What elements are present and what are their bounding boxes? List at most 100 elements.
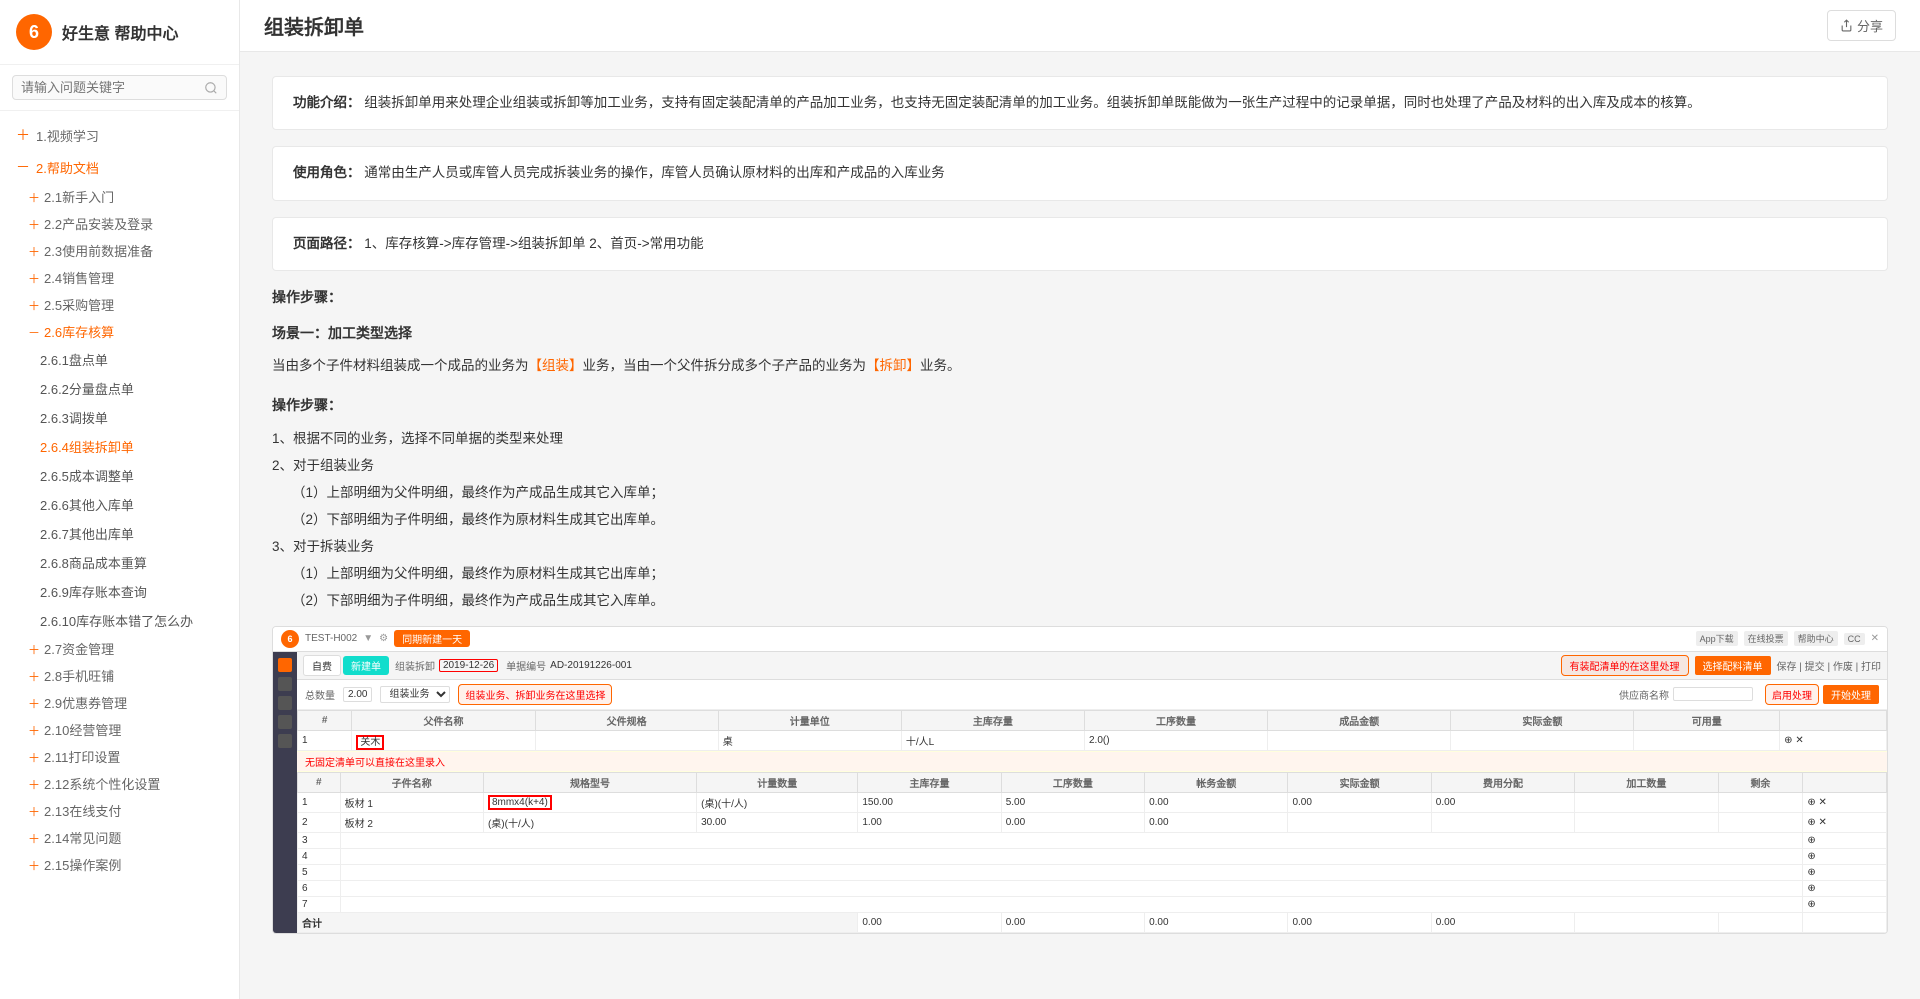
main-content: 组装拆卸单 分享 功能介绍： 组装拆卸单用来处理企业组装或拆卸等加工业务，支持有… (240, 0, 1920, 999)
mock-th-finish-amount: 成品金额 (1268, 710, 1451, 730)
mock-tabs: 自费 新建单 组装拆卸 2019-12-26 单据编号 AD-20191226-… (297, 652, 1887, 680)
plus-icon: ＋ (28, 859, 40, 873)
mock-type-select[interactable]: 组装业务 拆卸业务 (380, 686, 450, 703)
plus-icon: ＋ (28, 724, 40, 738)
logo-area: 6 好生意 帮助中心 (0, 0, 239, 65)
sidebar-item-sub215[interactable]: ＋2.15操作案例 (0, 851, 239, 878)
search-box (12, 75, 227, 100)
sidebar-item-sub214[interactable]: ＋2.14常见问题 (0, 824, 239, 851)
sidebar-item-sub26[interactable]: －2.6库存核算 (0, 318, 239, 345)
sidebar-item-sub212[interactable]: ＋2.12系统个性化设置 (0, 770, 239, 797)
sidebar-item-leaf262[interactable]: 2.6.2分量盘点单 (0, 374, 239, 403)
table-row: 7⊕ (298, 896, 1887, 912)
mock-table-footer: 合计 0.00 0.00 0.00 0.00 0.00 (298, 912, 1887, 932)
step1: 1、根据不同的业务，选择不同单据的类型来处理 (272, 425, 1888, 452)
mock-tab-zifei[interactable]: 自费 (303, 655, 341, 676)
sidebar-item-sub28[interactable]: ＋2.8手机旺铺 (0, 662, 239, 689)
mock-th-actual-amount: 实际金额 (1451, 710, 1634, 730)
plus-icon: ＋ (28, 245, 40, 259)
mock-th-avail: 可用量 (1634, 710, 1780, 730)
sidebar-item-sub23[interactable]: ＋2.3使用前数据准备 (0, 237, 239, 264)
mock-sidebar-icon-1 (278, 677, 292, 691)
ops-title: 操作步骤： (272, 287, 1888, 307)
mock-action-btns: 保存 | 提交 | 作废 | 打印 (1777, 658, 1881, 673)
mock-ui: 6 TEST-H002 ▼ ⚙ 同期新建一天 App下载 在线投票 帮助中心 C… (273, 627, 1887, 933)
sidebar-item-cat1[interactable]: ＋ 1.视频学习 (0, 119, 239, 151)
annotation-direct-input: 无固定清单可以直接在这里录入 (297, 751, 1887, 772)
path-block: 页面路径： 1、库存核算->库存管理->组装拆卸单 2、首页->常用功能 (272, 217, 1888, 271)
plus-icon: ＋ (28, 299, 40, 313)
screenshot-container: 6 TEST-H002 ▼ ⚙ 同期新建一天 App下载 在线投票 帮助中心 C… (272, 626, 1888, 934)
search-input[interactable] (21, 80, 204, 95)
mock-select-bom-btn[interactable]: 选择配料清单 (1695, 656, 1771, 675)
mock-date-value: 2019-12-26 (439, 659, 498, 672)
mock-dropdown-icon: ▼ (363, 633, 373, 644)
mock-qty-value: 2.00 (343, 687, 372, 702)
mock-sidebar-icon-2 (278, 696, 292, 710)
mock-sidebar-icon-4 (278, 734, 292, 748)
annotation-type: 组装业务、拆卸业务在这里选择 (458, 684, 612, 705)
sidebar-item-sub210[interactable]: ＋2.10经营管理 (0, 716, 239, 743)
sidebar-item-leaf261[interactable]: 2.6.1盘点单 (0, 345, 239, 374)
sidebar-item-sub21[interactable]: ＋2.1新手入门 (0, 183, 239, 210)
share-button[interactable]: 分享 (1827, 10, 1896, 41)
step3-sub2: （2）下部明细为子件明细，最终作为产成品生成其它入库单。 (272, 587, 1888, 614)
plus-icon: ＋ (28, 670, 40, 684)
topbar: 组装拆卸单 分享 (240, 0, 1920, 52)
sidebar: 6 好生意 帮助中心 ＋ 1.视频学习 － 2.帮助文档 ＋2.1新手入门 ＋2… (0, 0, 240, 999)
sidebar-item-leaf265[interactable]: 2.6.5成本调整单 (0, 461, 239, 490)
mock-start-btn[interactable]: 开始处理 (1823, 685, 1879, 704)
mock-new-btn[interactable]: 同期新建一天 (394, 630, 470, 647)
page-title: 组装拆卸单 (264, 11, 364, 40)
plus-icon: ＋ (28, 832, 40, 846)
sidebar-item-cat2[interactable]: － 2.帮助文档 (0, 151, 239, 183)
table-row: 5⊕ (298, 864, 1887, 880)
step3-sub1: （1）上部明细为父件明细，最终作为原材料生成其它出库单； (272, 560, 1888, 587)
sidebar-item-leaf2610[interactable]: 2.6.10库存账本错了怎么办 (0, 606, 239, 635)
intro-text: 组装拆卸单用来处理企业组装或拆卸等加工业务，支持有固定装配清单的产品加工业务，也… (364, 95, 1701, 110)
mock-th-proc-qty: 工序数量 (1084, 710, 1267, 730)
plus-icon: ＋ (28, 191, 40, 205)
step2-sub1: （1）上部明细为父件明细，最终作为产成品生成其它入库单； (272, 479, 1888, 506)
sidebar-item-sub25[interactable]: ＋2.5采购管理 (0, 291, 239, 318)
scene1-desc: 当由多个子件材料组装成一个成品的业务为【组装】业务，当由一个父件拆分成多个子产品… (272, 353, 1888, 379)
mock-tab-new[interactable]: 新建单 (343, 656, 389, 675)
annotation-enable: 启用处理 (1765, 684, 1819, 705)
sidebar-item-sub24[interactable]: ＋2.4销售管理 (0, 264, 239, 291)
path-text: 1、库存核算->库存管理->组装拆卸单 2、首页->常用功能 (364, 236, 703, 251)
mock-th-unit: 计量单位 (718, 710, 901, 730)
mock-th-parent-spec: 父件规格 (535, 710, 718, 730)
mock-sidebar-icon-active (278, 658, 292, 672)
sidebar-item-sub27[interactable]: ＋2.7资金管理 (0, 635, 239, 662)
step2-sub2: （2）下部明细为子件明细，最终作为原材料生成其它出库单。 (272, 506, 1888, 533)
mock-top-icon-help: 帮助中心 (1794, 631, 1838, 646)
intro-block: 功能介绍： 组装拆卸单用来处理企业组装或拆卸等加工业务，支持有固定装配清单的产品… (272, 76, 1888, 130)
path-title: 页面路径： (293, 236, 361, 251)
mock-top-icon-vote: 在线投票 (1744, 631, 1788, 646)
plus-icon: ＋ (28, 218, 40, 232)
table-row: 2 板材 2 (桌)(十/人) 30.00 1.00 0.00 0.00 (298, 812, 1887, 832)
sidebar-item-leaf269[interactable]: 2.6.9库存账本查询 (0, 577, 239, 606)
step2: 2、对于组装业务 (272, 452, 1888, 479)
mock-lower-table-container: # 子件名称 规格型号 计量数量 主库存量 工序数量 帐务金额 实际金额 费用分 (297, 772, 1887, 933)
mock-supplier-input[interactable] (1673, 687, 1753, 701)
sidebar-item-sub213[interactable]: ＋2.13在线支付 (0, 797, 239, 824)
sidebar-item-leaf266[interactable]: 2.6.6其他入库单 (0, 490, 239, 519)
step3: 3、对于拆装业务 (272, 533, 1888, 560)
sidebar-item-sub211[interactable]: ＋2.11打印设置 (0, 743, 239, 770)
annotation-bom: 有装配清单的在这里处理 (1561, 655, 1689, 676)
plus-icon: ＋ (28, 697, 40, 711)
sidebar-item-leaf267[interactable]: 2.6.7其他出库单 (0, 519, 239, 548)
mock-th-stock: 主库存量 (901, 710, 1084, 730)
mock-brand-icon: 6 (281, 630, 299, 648)
mock-sidebar-icon-3 (278, 715, 292, 729)
table-row: 3⊕ (298, 832, 1887, 848)
sidebar-item-sub22[interactable]: ＋2.2产品安装及登录 (0, 210, 239, 237)
mock-close-icon: ✕ (1871, 633, 1879, 644)
sidebar-item-leaf264[interactable]: 2.6.4组装拆卸单 (0, 432, 239, 461)
mock-form-label-date: 组装拆卸 (395, 658, 435, 673)
sidebar-item-leaf263[interactable]: 2.6.3调拨单 (0, 403, 239, 432)
table-row: 1 板材 1 8mmx4(k+4) (桌)(十/人) 150.00 5.00 0… (298, 792, 1887, 812)
sidebar-item-leaf268[interactable]: 2.6.8商品成本重算 (0, 548, 239, 577)
sidebar-item-sub29[interactable]: ＋2.9优惠券管理 (0, 689, 239, 716)
